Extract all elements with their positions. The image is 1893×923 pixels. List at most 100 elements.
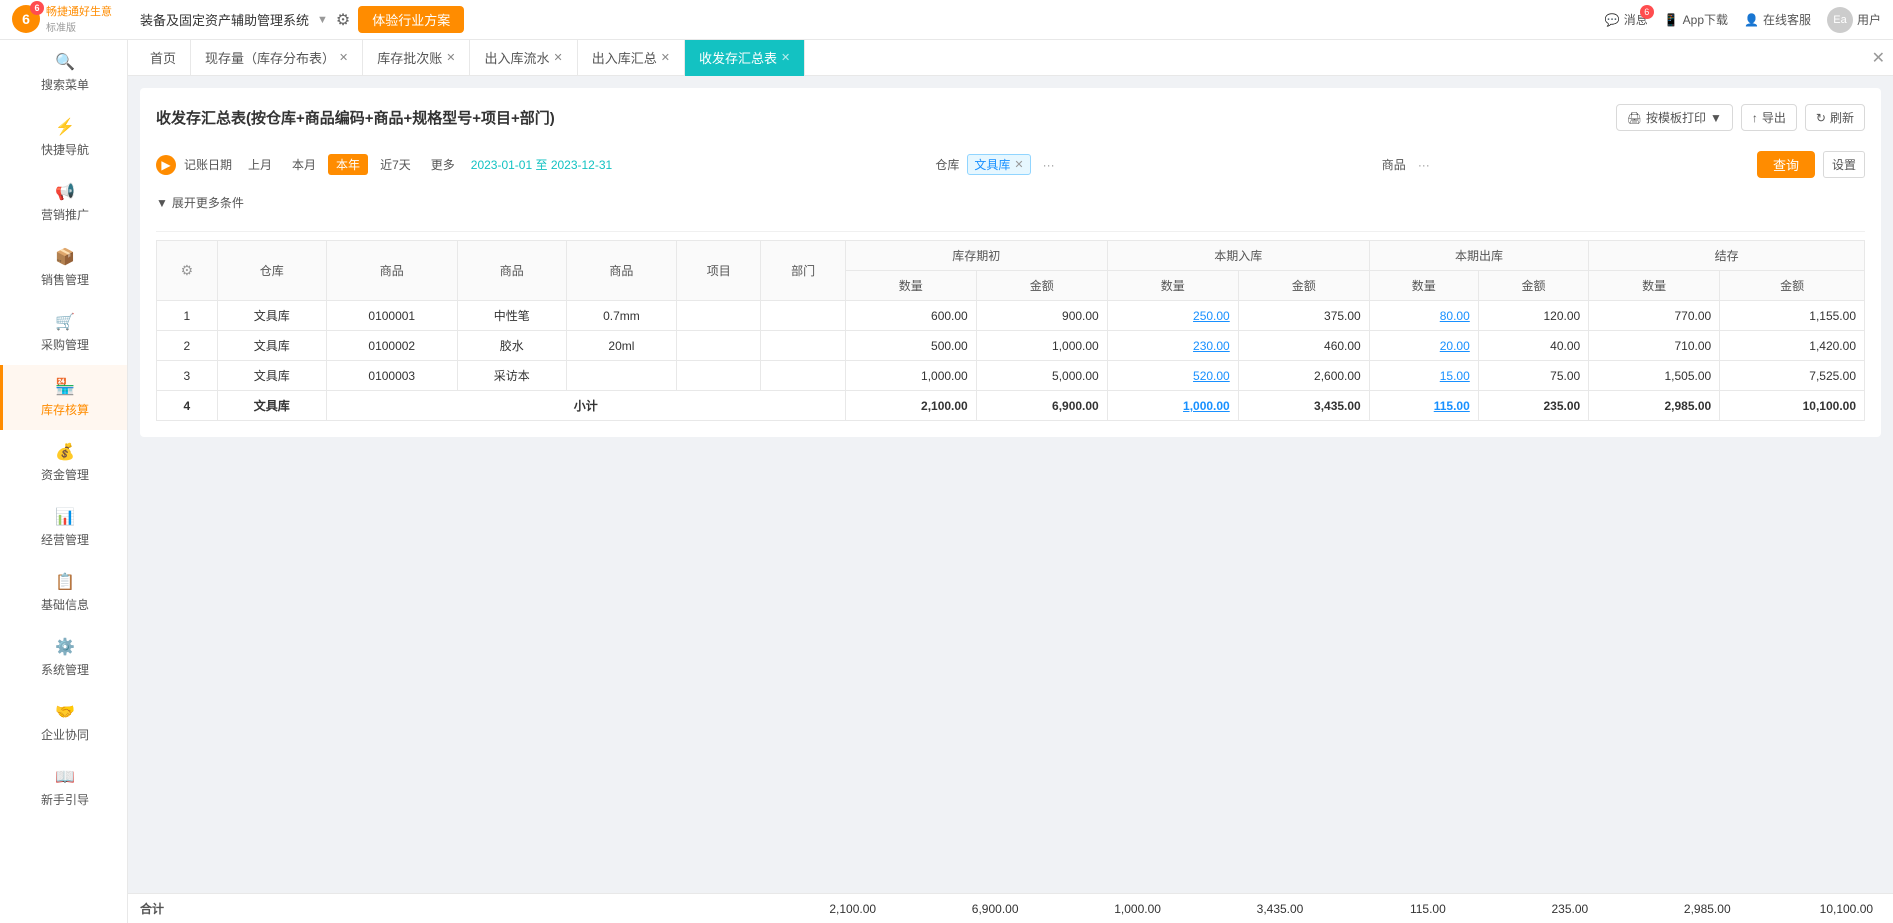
warehouse-filter-label: 仓库 [935,156,959,173]
cell-out-qty[interactable]: 15.00 [1369,361,1478,391]
cell-bal-amt: 7,525.00 [1720,361,1865,391]
footer-in-qty: 1,000.00 [1027,902,1169,916]
settings-button[interactable]: 设置 [1823,151,1865,178]
enterprise-icon: 🤝 [55,702,75,722]
tab-recv-summary[interactable]: 收发存汇总表 ✕ [685,40,805,76]
trial-button[interactable]: 体验行业方案 [358,6,464,33]
tab-close-icon[interactable]: ✕ [661,51,670,64]
warehouse-more-btn[interactable]: ··· [1039,158,1059,172]
cell-code: 0100002 [326,331,457,361]
warehouse-tag-close[interactable]: ✕ [1014,158,1023,171]
sidebar-item-system[interactable]: ⚙️ 系统管理 [0,625,127,690]
basic-icon: 📋 [55,572,75,592]
th-goods-name: 商品 [457,241,566,301]
date-btn-this-month[interactable]: 本月 [284,154,324,175]
cell-warehouse: 文具库 [217,361,326,391]
cell-open-qty: 500.00 [845,331,976,361]
export-button[interactable]: ↑ 导出 [1741,104,1797,131]
logo-area: 6 6 畅捷通好生意 标准版 [12,5,140,34]
sub-in-qty[interactable]: 1,000.00 [1107,391,1238,421]
cell-bal-qty: 1,505.00 [1589,361,1720,391]
sys-title: 装备及固定资产辅助管理系统 [140,10,309,29]
cell-no: 2 [157,331,218,361]
refresh-button[interactable]: ↻ 刷新 [1805,104,1865,131]
print-button[interactable]: 🖨 按模板打印 ▼ [1616,104,1733,131]
date-btn-7days[interactable]: 近7天 [372,154,419,175]
th-open-amt: 金额 [976,271,1107,301]
filter-toggle-button[interactable]: ▶ [156,155,176,175]
sidebar-item-basic[interactable]: 📋 基础信息 [0,560,127,625]
date-range-display: 2023-01-01 至 2023-12-31 [471,156,612,173]
th-dept: 部门 [761,241,845,301]
table-row: 3 文具库 0100003 采访本 1,000.00 5,000.00 520.… [157,361,1865,391]
tab-batch[interactable]: 库存批次账 ✕ [363,40,470,76]
settings-icon[interactable]: ⚙ [336,10,350,30]
message-btn[interactable]: 💬 消息 6 [1605,11,1648,28]
expand-button[interactable]: ▼ 展开更多条件 [156,194,244,211]
footer-open-qty: 2,100.00 [742,902,884,916]
th-out-amt: 金额 [1478,271,1588,301]
sidebar: 🔍 搜索菜单 ⚡ 快捷导航 📢 营销推广 📦 销售管理 🛒 采购管理 🏪 库存核… [0,40,128,923]
cell-out-qty[interactable]: 80.00 [1369,301,1478,331]
tab-summary[interactable]: 出入库汇总 ✕ [578,40,685,76]
app-sub: 标准版 [46,19,112,34]
th-bal-amt: 金额 [1720,271,1865,301]
sub-in-amt: 3,435.00 [1238,391,1369,421]
cell-in-qty[interactable]: 520.00 [1107,361,1238,391]
table-settings-icon[interactable]: ⚙ [181,262,194,278]
sidebar-item-guide[interactable]: 📖 新手引导 [0,755,127,820]
page-header: 收发存汇总表(按仓库+商品编码+商品+规格型号+项目+部门) 🖨 按模板打印 ▼… [156,104,1865,131]
user-menu[interactable]: Ea 用户 [1827,7,1881,33]
app-download-btn[interactable]: 📱 App下载 [1664,11,1728,28]
footer-out-qty: 115.00 [1311,902,1453,916]
sidebar-item-finance[interactable]: 💰 资金管理 [0,430,127,495]
sidebar-item-inventory[interactable]: 🏪 库存核算 [0,365,127,430]
sidebar-item-search[interactable]: 🔍 搜索菜单 [0,40,127,105]
goods-more-btn[interactable]: ··· [1414,158,1434,172]
cell-open-amt: 900.00 [976,301,1107,331]
tab-close-icon[interactable]: ✕ [446,51,455,64]
tab-inventory-dist[interactable]: 现存量（库存分布表） ✕ [191,40,363,76]
query-button[interactable]: 查询 [1757,151,1815,178]
page-actions: 🖨 按模板打印 ▼ ↑ 导出 ↻ 刷新 [1616,104,1865,131]
message-icon: 💬 [1605,13,1620,27]
cell-out-qty[interactable]: 20.00 [1369,331,1478,361]
cell-in-qty[interactable]: 230.00 [1107,331,1238,361]
date-btn-more[interactable]: 更多 [423,154,463,175]
page-title: 收发存汇总表(按仓库+商品编码+商品+规格型号+项目+部门) [156,107,555,128]
footer-bar: 合计 2,100.00 6,900.00 1,000.00 3,435.00 1… [128,893,1893,923]
online-service-btn[interactable]: 👤 在线客服 [1744,11,1811,28]
sidebar-item-marketing[interactable]: 📢 营销推广 [0,170,127,235]
tab-home[interactable]: 首页 [136,40,191,76]
sidebar-item-sales[interactable]: 📦 销售管理 [0,235,127,300]
tab-close-icon[interactable]: ✕ [781,51,790,64]
sidebar-item-enterprise[interactable]: 🤝 企业协同 [0,690,127,755]
footer-values: 2,100.00 6,900.00 1,000.00 3,435.00 115.… [220,902,1881,916]
sub-out-qty[interactable]: 115.00 [1369,391,1478,421]
sub-label: 小计 [326,391,845,421]
cell-in-qty[interactable]: 250.00 [1107,301,1238,331]
cell-warehouse: 文具库 [217,331,326,361]
tab-close-icon[interactable]: ✕ [554,51,563,64]
marketing-icon: 📢 [55,182,75,202]
logo-icon: 6 6 [12,5,40,33]
th-in-amt: 金额 [1238,271,1369,301]
sidebar-item-management[interactable]: 📊 经营管理 [0,495,127,560]
footer-bal-qty: 2,985.00 [1596,902,1738,916]
top-bar: 6 6 畅捷通好生意 标准版 装备及固定资产辅助管理系统 ▼ ⚙ 体验行业方案 … [0,0,1893,40]
tab-close-icon[interactable]: ✕ [339,51,348,64]
date-btn-last-month[interactable]: 上月 [240,154,280,175]
cell-spec: 0.7mm [566,301,676,331]
date-btn-this-year[interactable]: 本年 [328,154,368,175]
th-goods-spec: 商品 [566,241,676,301]
th-open-qty: 数量 [845,271,976,301]
th-settings[interactable]: ⚙ [157,241,218,301]
cell-name: 中性笔 [457,301,566,331]
tab-bar-close-icon[interactable]: ✕ [1872,48,1885,68]
tab-flow[interactable]: 出入库流水 ✕ [470,40,577,76]
cell-out-amt: 75.00 [1478,361,1588,391]
footer-total-label: 合计 [140,900,220,917]
sidebar-item-purchase[interactable]: 🛒 采购管理 [0,300,127,365]
expand-row: ▼ 展开更多条件 [156,190,244,215]
sidebar-item-quick[interactable]: ⚡ 快捷导航 [0,105,127,170]
